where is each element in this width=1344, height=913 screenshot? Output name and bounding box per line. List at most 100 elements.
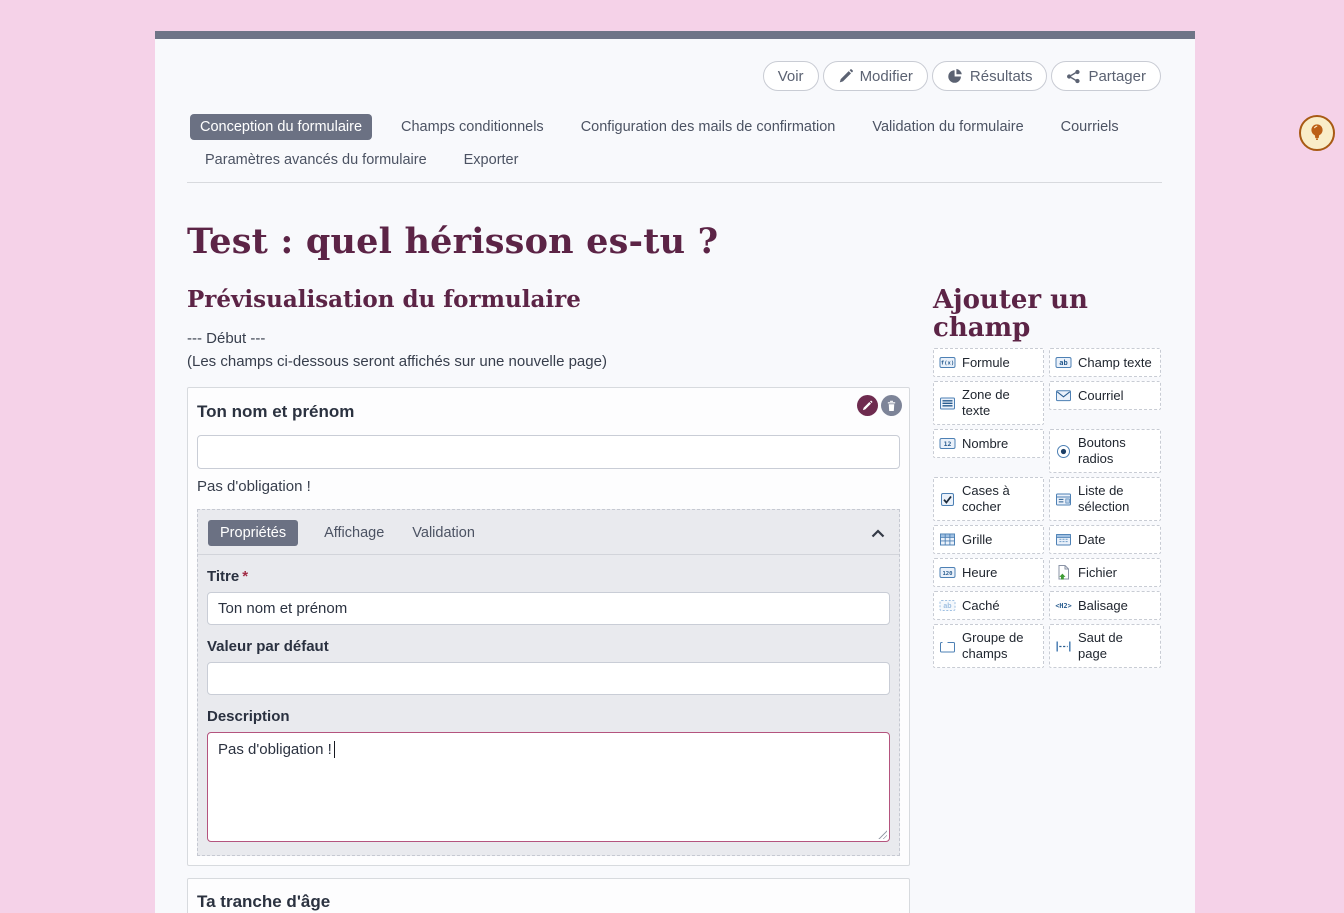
tab-validation-du-formulaire[interactable]: Validation du formulaire [864,114,1031,140]
lightbulb-icon [1308,123,1326,143]
svg-text:ab: ab [1059,359,1067,367]
field-card-tools [857,395,902,416]
add-field-cache[interactable]: ab Caché [933,591,1044,620]
add-field-label: Date [1078,532,1105,548]
add-field-heure[interactable]: 120 Heure [933,558,1044,587]
edit-button-label: Modifier [860,68,913,85]
file-upload-icon [1055,564,1072,581]
description-label: Description [207,708,890,725]
new-page-note: (Les champs ci-dessous seront affichés s… [187,353,910,370]
subtab-validation[interactable]: Validation [410,520,477,546]
subtab-affichage[interactable]: Affichage [322,520,386,546]
add-field-formule[interactable]: f(x) Formule [933,348,1044,377]
content-sheet: Voir Modifier Résultats Partager Concept… [155,31,1195,913]
add-field-label: Formule [962,355,1010,371]
field-card: Ton nom et prénom Pas d'obligation ! Pro… [187,387,910,866]
add-field-sidebar: Ajouter un champ f(x) Formule ab Champ t… [933,286,1161,668]
description-textarea[interactable]: Pas d'obligation ! [207,732,890,842]
field-preview-input[interactable] [197,435,900,469]
clock-icon: 120 [939,564,956,581]
add-field-liste-de-selection[interactable]: Liste de sélection [1049,477,1161,521]
field-properties-panel: Propriétés Affichage Validation Titre* V… [197,509,900,856]
collapse-panel-button[interactable] [867,524,889,543]
preview-heading: Prévisualisation du formulaire [187,286,910,313]
required-asterisk: * [242,568,248,585]
default-value-label: Valeur par défaut [207,638,890,655]
add-field-champ-texte[interactable]: ab Champ texte [1049,348,1161,377]
add-field-fichier[interactable]: Fichier [1049,558,1161,587]
add-field-label: Liste de sélection [1078,483,1155,515]
field-description-text: Pas d'obligation ! [197,478,900,495]
edit-button[interactable]: Modifier [823,61,928,91]
view-button[interactable]: Voir [763,61,819,91]
form-preview-section: Prévisualisation du formulaire --- Début… [187,286,910,913]
add-field-zone-de-texte[interactable]: Zone de texte [933,381,1044,425]
add-field-grid: f(x) Formule ab Champ texte Zone de text… [933,348,1161,668]
fieldset-icon [939,638,956,655]
formula-icon: f(x) [939,354,956,371]
number-icon: 12 [939,435,956,452]
hidden-field-icon: ab [939,597,956,614]
field-delete-button[interactable] [881,395,902,416]
resize-handle[interactable] [877,829,887,839]
add-field-label: Balisage [1078,598,1128,614]
text-caret [334,741,335,758]
add-field-heading: Ajouter un champ [933,286,1161,342]
subtab-proprietes[interactable]: Propriétés [208,520,298,546]
add-field-balisage[interactable]: <H2> Balisage [1049,591,1161,620]
add-field-label: Saut de page [1078,630,1155,662]
add-field-courriel[interactable]: Courriel [1049,381,1161,410]
textfield-icon: ab [1055,354,1072,371]
description-textarea-value: Pas d'obligation ! [218,741,332,758]
field-title: Ton nom et prénom [197,397,900,422]
add-field-label: Heure [962,565,997,581]
pencil-icon [862,400,873,411]
checkbox-icon [939,491,956,508]
share-button[interactable]: Partager [1051,61,1161,91]
add-field-label: Grille [962,532,992,548]
view-button-label: Voir [778,68,804,85]
markup-icon: <H2> [1055,597,1072,614]
add-field-label: Champ texte [1078,355,1152,371]
add-field-nombre[interactable]: 12 Nombre [933,429,1044,458]
textarea-icon [939,395,956,412]
add-field-label: Caché [962,598,1000,614]
title-label-text: Titre [207,568,239,585]
results-button[interactable]: Résultats [932,61,1048,91]
add-field-grille[interactable]: Grille [933,525,1044,554]
default-value-input[interactable] [207,662,890,695]
add-field-saut-de-page[interactable]: Saut de page [1049,624,1161,668]
begin-marker: --- Début --- [187,330,910,347]
tab-parametres-avances[interactable]: Paramètres avancés du formulaire [197,147,435,173]
chevron-up-icon [871,529,885,538]
tab-configuration-mails-confirmation[interactable]: Configuration des mails de confirmation [573,114,844,140]
pencil-icon [838,69,853,84]
add-field-label: Nombre [962,436,1008,452]
select-icon [1055,491,1072,508]
subtabs-divider [198,554,899,555]
svg-text:12: 12 [944,440,952,448]
tab-exporter[interactable]: Exporter [456,147,527,173]
add-field-cases-a-cocher[interactable]: Cases à cocher [933,477,1044,521]
add-field-boutons-radios[interactable]: Boutons radios [1049,429,1161,473]
share-button-label: Partager [1088,68,1146,85]
add-field-date[interactable]: Date [1049,525,1161,554]
add-field-label: Zone de texte [962,387,1038,419]
tab-courriels[interactable]: Courriels [1053,114,1127,140]
tab-champs-conditionnels[interactable]: Champs conditionnels [393,114,552,140]
trash-icon [886,400,897,412]
pagebreak-icon [1055,638,1072,655]
results-button-label: Résultats [970,68,1033,85]
field-title: Ta tranche d'âge [197,887,900,912]
add-field-groupe-de-champs[interactable]: Groupe de champs [933,624,1044,668]
page-root: { "colors": { "page_background": "#f5d2e… [0,0,1344,913]
help-button[interactable] [1299,115,1335,151]
add-field-label: Courriel [1078,388,1124,404]
radio-icon [1055,443,1072,460]
field-card: Ta tranche d'âge [187,878,910,913]
svg-text:<H2>: <H2> [1055,602,1071,610]
field-edit-button[interactable] [857,395,878,416]
form-nav-tabs: Conception du formulaire Champs conditio… [187,114,1162,183]
tab-conception-du-formulaire[interactable]: Conception du formulaire [190,114,372,140]
title-field-input[interactable] [207,592,890,625]
